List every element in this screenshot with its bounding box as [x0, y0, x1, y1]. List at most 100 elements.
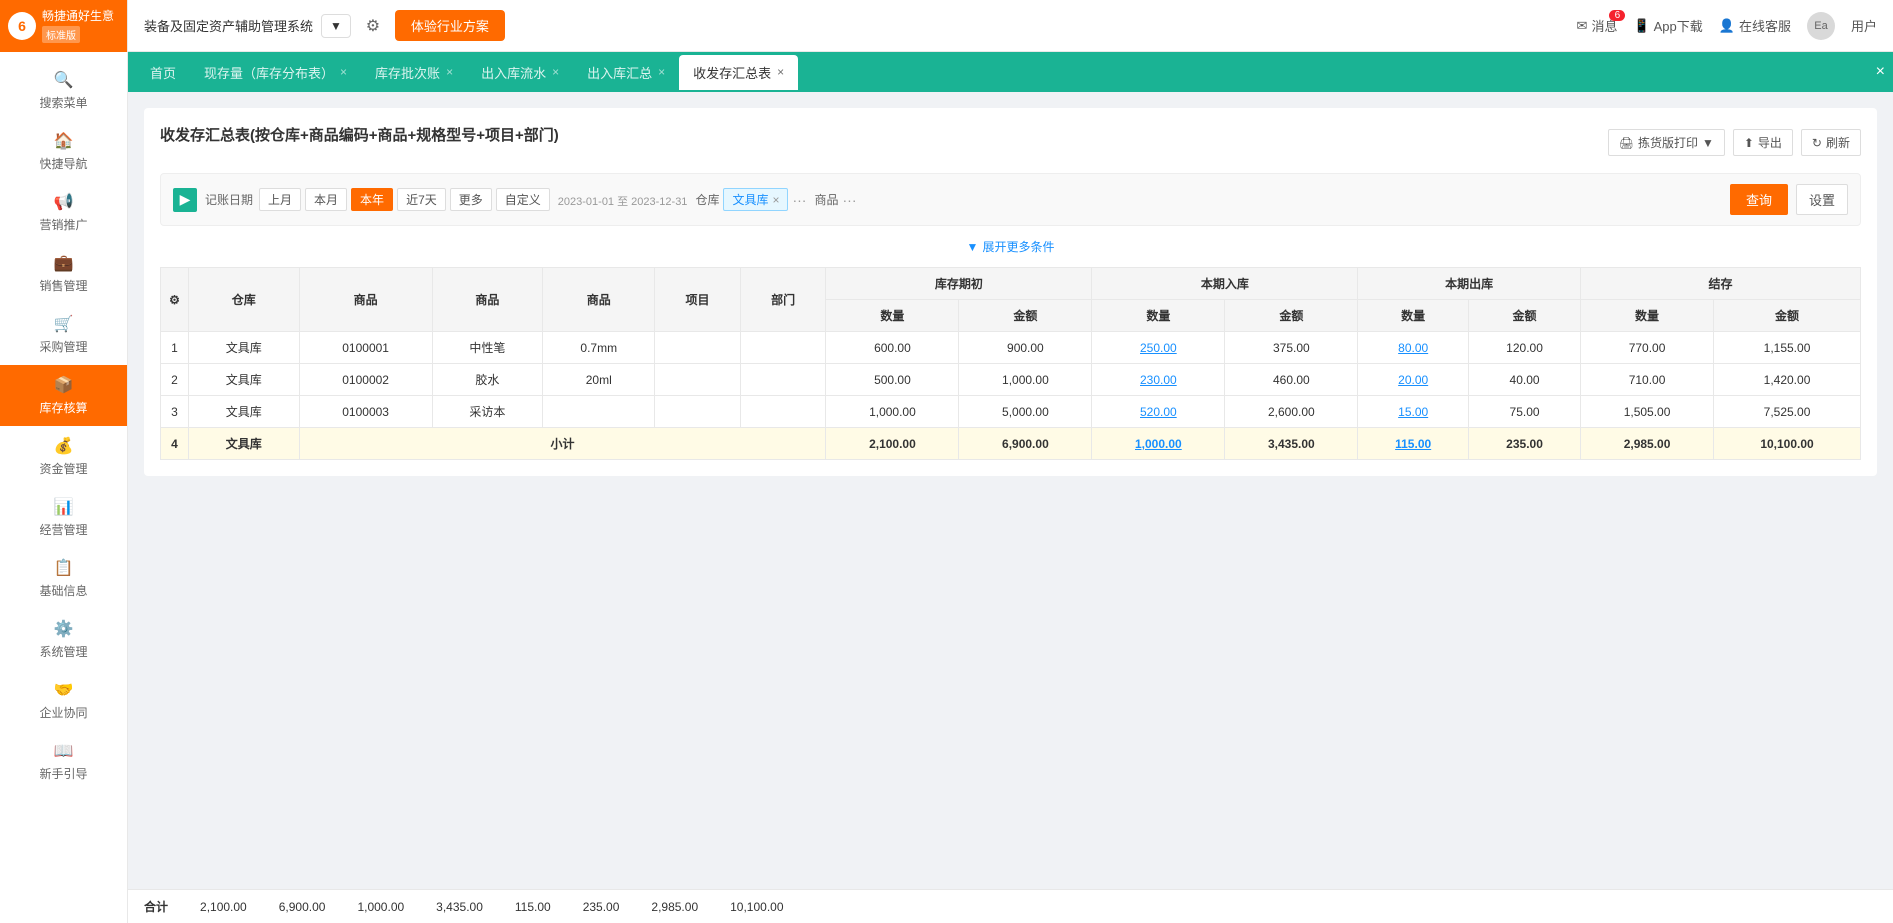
- warehouse-filter: 仓库 文具库 × ···: [695, 188, 806, 211]
- page-content: 收发存汇总表(按仓库+商品编码+商品+规格型号+项目+部门) 🖨 拣货版打印 ▼…: [128, 92, 1893, 889]
- total-out-qty: 115.00: [515, 900, 551, 914]
- total-close-qty: 2,985.00: [651, 900, 698, 914]
- sidebar-item-inventory[interactable]: 📦 库存核算: [0, 365, 127, 426]
- date-btn-7days[interactable]: 近7天: [397, 188, 446, 211]
- col-out-header: 本期出库: [1358, 268, 1581, 300]
- row1-code: 0100001: [299, 332, 432, 364]
- row2-no: 2: [161, 364, 189, 396]
- tab-inout-summary-close[interactable]: ×: [658, 65, 665, 79]
- row1-close-qty: 770.00: [1581, 332, 1714, 364]
- refresh-btn[interactable]: ↻ 刷新: [1801, 129, 1861, 156]
- export-icon: ⬆: [1744, 136, 1754, 150]
- logo-text-block: 畅捷通好生意 标准版: [42, 9, 114, 44]
- col-settings-header[interactable]: ⚙: [161, 268, 189, 332]
- download-icon: 📱: [1633, 18, 1649, 34]
- app-download-button[interactable]: 📱 App下载: [1633, 16, 1702, 35]
- avatar[interactable]: Ea: [1807, 12, 1835, 40]
- date-btn-this-month[interactable]: 本月: [305, 188, 347, 211]
- tab-home[interactable]: 首页: [136, 55, 190, 90]
- sidebar-item-business[interactable]: 📊 经营管理: [0, 487, 127, 548]
- expand-arrow: ▼: [967, 240, 979, 254]
- col-code-header: 商品: [299, 268, 432, 332]
- row2-out-qty[interactable]: 20.00: [1358, 364, 1469, 396]
- tab-receive-summary[interactable]: 收发存汇总表 ×: [679, 55, 798, 90]
- row3-open-amt: 5,000.00: [959, 396, 1092, 428]
- message-button[interactable]: ✉ 消息 6: [1577, 16, 1618, 35]
- sidebar-item-marketing[interactable]: 📢 营销推广: [0, 182, 127, 243]
- sidebar-item-label: 库存核算: [39, 399, 87, 416]
- tab-inout-flow[interactable]: 出入库流水 ×: [467, 55, 573, 90]
- home-icon: 🏠: [54, 131, 74, 151]
- tab-receive-summary-close[interactable]: ×: [777, 65, 784, 79]
- row1-open-qty: 600.00: [826, 332, 959, 364]
- close-all-tabs[interactable]: ×: [1876, 63, 1885, 81]
- sidebar-item-label: 销售管理: [39, 277, 87, 294]
- sidebar-item-collab[interactable]: 🤝 企业协同: [0, 670, 127, 731]
- date-btn-this-year[interactable]: 本年: [351, 188, 393, 211]
- sidebar-item-label: 经营管理: [39, 521, 87, 538]
- sidebar-logo: 6 畅捷通好生意 标准版: [0, 0, 127, 52]
- date-btn-more[interactable]: 更多: [450, 188, 492, 211]
- sidebar-item-search[interactable]: 🔍 搜索菜单: [0, 60, 127, 121]
- expand-conditions-btn[interactable]: ▼ 展开更多条件: [967, 238, 1055, 255]
- subtotal-in-qty[interactable]: 1,000.00: [1092, 428, 1225, 460]
- date-btn-last-month[interactable]: 上月: [259, 188, 301, 211]
- system-name: 装备及固定资产辅助管理系统: [144, 16, 313, 35]
- trial-button[interactable]: 体验行业方案: [395, 10, 505, 41]
- sidebar-item-label: 采购管理: [39, 338, 87, 355]
- business-icon: 📊: [54, 497, 74, 517]
- date-btn-custom[interactable]: 自定义: [496, 188, 550, 211]
- sidebar-item-finance[interactable]: 💰 资金管理: [0, 426, 127, 487]
- product-more[interactable]: ···: [843, 192, 857, 208]
- service-icon: 👤: [1719, 18, 1735, 34]
- tab-batch[interactable]: 库存批次账 ×: [361, 55, 467, 90]
- row1-warehouse: 文具库: [189, 332, 300, 364]
- export-btn[interactable]: ⬆ 导出: [1733, 129, 1793, 156]
- tab-inventory-dist-close[interactable]: ×: [340, 65, 347, 79]
- filter-toggle-btn[interactable]: ▶: [173, 188, 197, 212]
- col-in-amt: 金额: [1225, 300, 1358, 332]
- topbar-right: ✉ 消息 6 📱 App下载 👤 在线客服 Ea 用户: [1577, 12, 1877, 40]
- collab-icon: 🤝: [54, 680, 74, 700]
- row2-in-qty[interactable]: 230.00: [1092, 364, 1225, 396]
- row1-in-qty[interactable]: 250.00: [1092, 332, 1225, 364]
- sidebar-nav: 🔍 搜索菜单 🏠 快捷导航 📢 营销推广 💼 销售管理 🛒 采购管理 📦 库存核…: [0, 52, 127, 923]
- settings-icon[interactable]: ⚙: [359, 12, 387, 40]
- row3-in-qty[interactable]: 520.00: [1092, 396, 1225, 428]
- sidebar-item-guide[interactable]: 📖 新手引导: [0, 731, 127, 792]
- row3-close-qty: 1,505.00: [1581, 396, 1714, 428]
- subtotal-out-qty[interactable]: 115.00: [1358, 428, 1469, 460]
- download-label: App下载: [1654, 16, 1703, 35]
- sidebar: 6 畅捷通好生意 标准版 🔍 搜索菜单 🏠 快捷导航 📢 营销推广 💼 销售管理…: [0, 0, 128, 923]
- row3-out-amt: 75.00: [1469, 396, 1581, 428]
- main-area: 装备及固定资产辅助管理系统 ▼ ⚙ 体验行业方案 ✉ 消息 6 📱 App下载 …: [128, 0, 1893, 923]
- system-icon: ⚙️: [54, 619, 74, 639]
- col-name-header: 商品: [432, 268, 543, 332]
- row3-out-qty[interactable]: 15.00: [1358, 396, 1469, 428]
- total-out-amt: 235.00: [583, 900, 620, 914]
- tab-batch-close[interactable]: ×: [446, 65, 453, 79]
- tab-inout-summary[interactable]: 出入库汇总 ×: [573, 55, 679, 90]
- row1-out-qty[interactable]: 80.00: [1358, 332, 1469, 364]
- sidebar-item-system[interactable]: ⚙️ 系统管理: [0, 609, 127, 670]
- search-icon: 🔍: [54, 70, 74, 90]
- col-open-qty: 数量: [826, 300, 959, 332]
- tab-batch-label: 库存批次账: [375, 63, 440, 82]
- sidebar-item-basic[interactable]: 📋 基础信息: [0, 548, 127, 609]
- warehouse-tag-close[interactable]: ×: [772, 193, 779, 207]
- query-button[interactable]: 查询: [1730, 184, 1788, 215]
- tab-inventory-dist[interactable]: 现存量（库存分布表） ×: [190, 55, 361, 90]
- sidebar-item-sales[interactable]: 💼 销售管理: [0, 243, 127, 304]
- row1-dept: [740, 332, 826, 364]
- warehouse-more[interactable]: ···: [792, 192, 806, 208]
- date-filter-section: 记账日期 上月 本月 本年 近7天 更多 自定义: [205, 188, 550, 211]
- sidebar-item-quick-nav[interactable]: 🏠 快捷导航: [0, 121, 127, 182]
- row1-spec: 0.7mm: [543, 332, 655, 364]
- online-service-button[interactable]: 👤 在线客服: [1719, 16, 1791, 35]
- print-btn[interactable]: 🖨 拣货版打印 ▼: [1608, 129, 1725, 156]
- sidebar-item-purchase[interactable]: 🛒 采购管理: [0, 304, 127, 365]
- system-dropdown[interactable]: ▼: [321, 14, 351, 38]
- settings-button[interactable]: 设置: [1796, 184, 1848, 215]
- row1-close-amt: 1,155.00: [1714, 332, 1861, 364]
- tab-inout-flow-close[interactable]: ×: [552, 65, 559, 79]
